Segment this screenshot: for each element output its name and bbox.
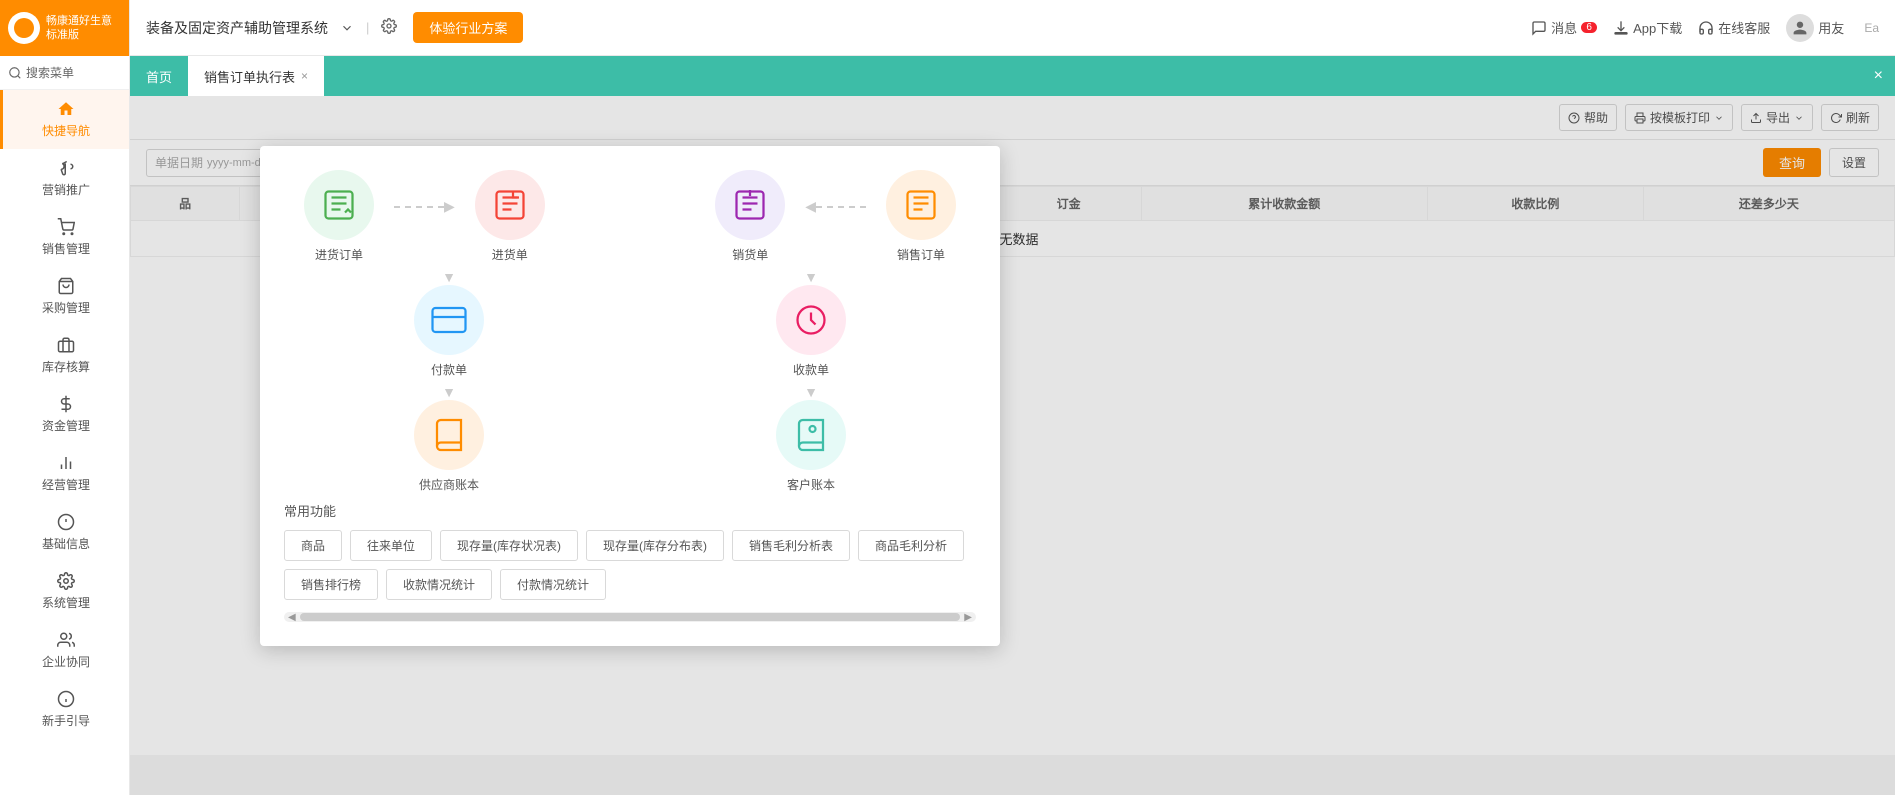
topbar-right: 消息 6 App下载 在线客服 用友 Ea — [1531, 14, 1879, 42]
common-functions-section: 常用功能 商品 往来单位 现存量(库存状况表) 现存量(库存分布表) 销售毛利分… — [284, 501, 976, 600]
close-all-tabs-button[interactable]: × — [1862, 67, 1895, 85]
gear-icon — [57, 572, 75, 590]
chart-icon — [57, 454, 75, 472]
main-area: 装备及固定资产辅助管理系统 | 体验行业方案 消息 6 App下载 — [130, 0, 1895, 795]
sidebar: 畅康通好生意 标准版 搜索菜单 快捷导航 营销推广 销售管理 — [0, 0, 130, 795]
btn-stock-dist[interactable]: 现存量(库存分布表) — [586, 530, 724, 561]
message-button[interactable]: 消息 6 — [1531, 18, 1597, 37]
service-icon — [1698, 20, 1714, 36]
sidebar-item-purchase[interactable]: 采购管理 — [0, 267, 129, 326]
sidebar-item-operations[interactable]: 经营管理 — [0, 444, 129, 503]
common-buttons-row1: 商品 往来单位 现存量(库存状况表) 现存量(库存分布表) 销售毛利分析表 商品… — [284, 530, 976, 561]
flow-node-purchase-order[interactable]: 进货订单 — [284, 170, 394, 263]
home-icon — [57, 100, 75, 118]
user-label-ea: Ea — [1864, 21, 1879, 35]
message-icon — [1531, 20, 1547, 36]
content-area: 帮助 按模板打印 导出 刷新 — [130, 96, 1895, 795]
search-menu[interactable]: 搜索菜单 — [0, 56, 129, 90]
team-icon — [57, 631, 75, 649]
scroll-left-arrow[interactable]: ◀ — [288, 612, 296, 623]
flow-node-supplier-ledger[interactable]: 供应商账本 — [414, 400, 484, 493]
scroll-right-arrow[interactable]: ▶ — [964, 612, 972, 623]
cart-icon — [57, 218, 75, 236]
user-avatar[interactable]: 用友 — [1786, 14, 1844, 42]
megaphone-icon — [57, 159, 75, 177]
btn-product[interactable]: 商品 — [284, 530, 342, 561]
btn-receipt-stats[interactable]: 收款情况统计 — [386, 569, 492, 600]
btn-stock-status[interactable]: 现存量(库存状况表) — [440, 530, 578, 561]
sidebar-item-marketing[interactable]: 营销推广 — [0, 149, 129, 208]
topbar: 装备及固定资产辅助管理系统 | 体验行业方案 消息 6 App下载 — [130, 0, 1895, 56]
chevron-down-icon — [340, 21, 354, 35]
avatar-image — [1786, 14, 1814, 42]
popup-scrollbar[interactable]: ◀ ▶ — [284, 612, 976, 622]
common-functions-title: 常用功能 — [284, 501, 976, 520]
system-title: 装备及固定资产辅助管理系统 — [146, 18, 328, 38]
sidebar-item-inventory[interactable]: 库存核算 — [0, 326, 129, 385]
settings-icon[interactable] — [381, 18, 397, 37]
flow-node-purchase-bill[interactable]: 进货单 — [455, 170, 565, 263]
sidebar-item-system[interactable]: 系统管理 — [0, 562, 129, 621]
sidebar-item-basic[interactable]: 基础信息 — [0, 503, 129, 562]
sidebar-item-quick-nav[interactable]: 快捷导航 — [0, 90, 129, 149]
trial-button[interactable]: 体验行业方案 — [413, 12, 523, 43]
flow-node-customer-ledger[interactable]: 客户账本 — [776, 400, 846, 493]
btn-payment-stats[interactable]: 付款情况统计 — [500, 569, 606, 600]
flow-node-payment-bill[interactable]: 付款单 — [414, 285, 484, 378]
warehouse-icon — [57, 336, 75, 354]
common-buttons-row2: 销售排行榜 收款情况统计 付款情况统计 — [284, 569, 976, 600]
flow-node-sales-bill[interactable]: 销货单 — [695, 170, 805, 263]
sidebar-item-collab[interactable]: 企业协同 — [0, 621, 129, 680]
tabbar: 首页 销售订单执行表 × × — [130, 56, 1895, 96]
logo-area: 畅康通好生意 标准版 — [0, 0, 129, 56]
info-icon — [57, 513, 75, 531]
online-service-button[interactable]: 在线客服 — [1698, 18, 1770, 37]
search-icon — [8, 66, 22, 80]
message-badge: 6 — [1581, 22, 1597, 33]
app-download-button[interactable]: App下载 — [1613, 18, 1682, 37]
bag-icon — [57, 277, 75, 295]
guide-icon — [57, 690, 75, 708]
sidebar-item-guide[interactable]: 新手引导 — [0, 680, 129, 739]
logo-text: 畅康通好生意 标准版 — [46, 14, 112, 43]
flow-popup: 进货订单 ▶ 进货单 — [260, 146, 1000, 646]
system-dropdown[interactable] — [340, 21, 354, 35]
btn-sales-margin[interactable]: 销售毛利分析表 — [732, 530, 850, 561]
scrollbar-thumb[interactable] — [300, 613, 961, 621]
tab-home[interactable]: 首页 — [130, 56, 188, 96]
download-icon — [1613, 20, 1629, 36]
tab-close-button[interactable]: × — [301, 69, 308, 83]
btn-product-margin[interactable]: 商品毛利分析 — [858, 530, 964, 561]
flow-node-sales-order[interactable]: 销售订单 — [866, 170, 976, 263]
btn-sales-ranking[interactable]: 销售排行榜 — [284, 569, 378, 600]
sidebar-item-finance[interactable]: 资金管理 — [0, 385, 129, 444]
sidebar-nav: 快捷导航 营销推广 销售管理 采购管理 库存核算 资金管理 — [0, 90, 129, 795]
money-icon — [57, 395, 75, 413]
logo-icon — [8, 12, 40, 44]
flow-node-receipt-bill[interactable]: 收款单 — [776, 285, 846, 378]
sidebar-item-sales[interactable]: 销售管理 — [0, 208, 129, 267]
btn-partner[interactable]: 往来单位 — [350, 530, 432, 561]
tab-sales-order-exec[interactable]: 销售订单执行表 × — [188, 56, 324, 96]
